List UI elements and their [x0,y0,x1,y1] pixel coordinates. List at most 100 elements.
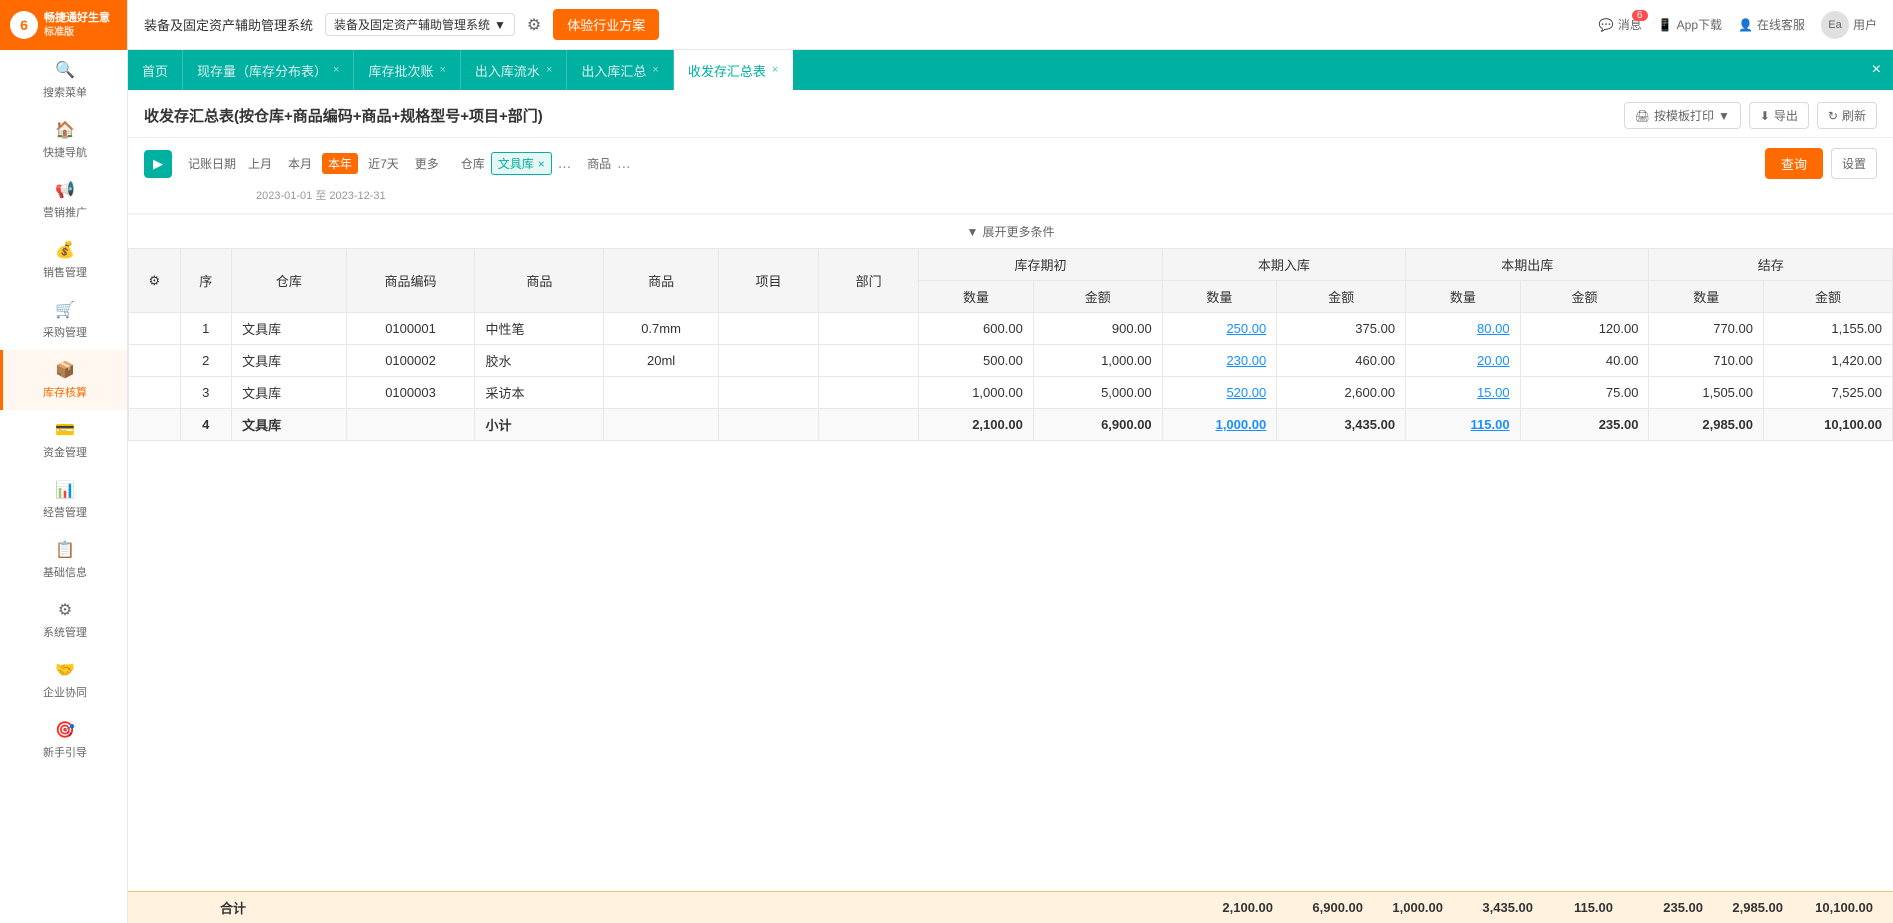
chevron-down-icon: ▼ [494,18,506,32]
table-cell: 2 [180,345,232,377]
row-settings[interactable] [129,409,181,441]
sidebar-item-basic-info[interactable]: 📋 基础信息 [0,530,127,590]
date-shortcut-更多[interactable]: 更多 [409,153,445,174]
tabbar-close-button[interactable]: × [1860,61,1893,79]
print-button[interactable]: 🖨 按模板打印 ▼ [1624,102,1741,129]
table-link[interactable]: 15.00 [1477,385,1510,400]
table-cell: 375.00 [1277,313,1406,345]
settings-col-header[interactable]: ⚙ [129,249,181,313]
date-shortcut-近7天[interactable]: 近7天 [362,153,405,174]
table-cell [718,345,818,377]
export-button[interactable]: ⬇ 导出 [1749,102,1809,129]
tab-in-out-flow[interactable]: 出入库流水× [461,50,567,90]
experience-button[interactable]: 体验行业方案 [553,9,659,40]
guide-icon: 🎯 [55,720,75,740]
table-cell: 1,000.00 [919,377,1034,409]
table-cell: 1,420.00 [1763,345,1892,377]
sidebar-item-quick-nav[interactable]: 🏠 快捷导航 [0,110,127,170]
out-group-header: 本期出库 [1406,249,1649,281]
system-dropdown[interactable]: 装备及固定资产辅助管理系统 ▼ [325,13,515,36]
goods-ellipsis[interactable]: ... [617,155,630,173]
filter-collapse-button[interactable]: ▶ [144,150,172,178]
table-link[interactable]: 250.00 [1226,321,1266,336]
row-settings[interactable] [129,345,181,377]
table-link[interactable]: 520.00 [1226,385,1266,400]
table-cell [819,377,919,409]
system-title-text: 装备及固定资产辅助管理系统 [144,15,313,34]
table-cell: 710.00 [1649,345,1764,377]
expand-conditions-button[interactable]: ▼ 展开更多条件 [959,219,1063,244]
tab-close-inventory-distribution[interactable]: × [333,64,339,76]
sidebar-item-system[interactable]: ⚙ 系统管理 [0,590,127,650]
tab-receive-send-summary[interactable]: 收发存汇总表× [674,50,793,90]
out-qty-header: 数量 [1406,281,1521,313]
tab-close-batch-accounts[interactable]: × [439,64,445,76]
page-header-actions: 🖨 按模板打印 ▼ ⬇ 导出 ↻ 刷新 [1624,102,1877,129]
tab-label-in-out-summary: 出入库汇总 [581,61,646,80]
row-settings[interactable] [129,377,181,409]
table-link[interactable]: 80.00 [1477,321,1510,336]
in-qty-header: 数量 [1162,281,1277,313]
date-shortcut-本月[interactable]: 本月 [282,153,318,174]
tab-close-receive-send-summary[interactable]: × [772,64,778,76]
data-table: ⚙ 序 仓库 商品编码 商品 商品 项目 部门 库存期初 本期入库 本期出库 结… [128,248,1893,441]
settings-icon[interactable]: ⚙ [527,15,541,35]
footer-in-qty: 1,000.00 [1373,900,1453,915]
refresh-button[interactable]: ↻ 刷新 [1817,102,1877,129]
basic-info-label: 基础信息 [43,564,87,580]
topbar-actions: 💬 消息 6 📱 App下载 👤 在线客服 Ea 用户 [1599,11,1877,39]
table-cell: 2,985.00 [1649,409,1764,441]
page-content: 收发存汇总表(按仓库+商品编码+商品+规格型号+项目+部门) 🖨 按模板打印 ▼… [128,90,1893,923]
tab-close-in-out-flow[interactable]: × [546,64,552,76]
tab-batch-accounts[interactable]: 库存批次账× [354,50,460,90]
message-badge: 6 [1632,10,1648,21]
avatar: Ea [1821,11,1849,39]
table-link[interactable]: 1,000.00 [1216,417,1267,432]
sidebar-item-operations[interactable]: 📊 经营管理 [0,470,127,530]
footer-label: 合计 [210,898,410,917]
table-cell: 20.00 [1406,345,1521,377]
quick-nav-label: 快捷导航 [43,144,87,160]
date-shortcut-本年[interactable]: 本年 [322,153,358,174]
app-download-action[interactable]: 📱 App下载 [1658,16,1722,33]
sidebar-item-sales[interactable]: 💰 销售管理 [0,230,127,290]
table-footer: 合计 2,100.00 6,900.00 1,000.00 3,435.00 1… [128,891,1893,923]
tab-close-in-out-summary[interactable]: × [652,64,658,76]
date-shortcut-上月[interactable]: 上月 [242,153,278,174]
enterprise-icon: 🤝 [55,660,75,680]
table-cell: 2,100.00 [919,409,1034,441]
table-cell: 文具库 [232,409,347,441]
expand-label: 展开更多条件 [982,223,1054,240]
query-button[interactable]: 查询 [1765,148,1823,179]
search-label: 搜索菜单 [43,84,87,100]
user-action[interactable]: Ea 用户 [1821,11,1877,39]
expand-icon: ▼ [967,225,979,239]
warehouse-tag-close[interactable]: × [538,157,545,171]
message-action[interactable]: 💬 消息 6 [1599,16,1642,33]
refresh-icon: ↻ [1828,109,1838,123]
table-link[interactable]: 230.00 [1226,353,1266,368]
sidebar-item-search[interactable]: 🔍 搜索菜单 [0,50,127,110]
sidebar-item-guide[interactable]: 🎯 新手引导 [0,710,127,770]
tab-inventory-distribution[interactable]: 现存量（库存分布表）× [183,50,354,90]
tab-home[interactable]: 首页 [128,50,183,90]
online-service-action[interactable]: 👤 在线客服 [1738,16,1805,33]
sidebar-item-purchase[interactable]: 🛒 采购管理 [0,290,127,350]
system-label: 系统管理 [43,624,87,640]
tab-in-out-summary[interactable]: 出入库汇总 × [567,50,673,90]
app-download-label: App下载 [1677,16,1722,33]
sidebar-item-marketing[interactable]: 📢 营销推广 [0,170,127,230]
row-settings[interactable] [129,313,181,345]
sidebar: 6 畅捷通好生意 标准版 🔍 搜索菜单 🏠 快捷导航 📢 营销推广 💰 销售管理… [0,0,128,923]
sidebar-item-inventory[interactable]: 📦 库存核算 [0,350,127,410]
settings-button[interactable]: 设置 [1831,148,1877,179]
sidebar-item-enterprise[interactable]: 🤝 企业协同 [0,650,127,710]
table-link[interactable]: 115.00 [1471,417,1510,432]
table-cell: 0100002 [346,345,475,377]
sidebar-item-finance[interactable]: 💳 资金管理 [0,410,127,470]
table-cell: 文具库 [232,313,347,345]
warehouse-ellipsis[interactable]: ... [558,155,571,173]
table-cell: 115.00 [1406,409,1521,441]
table-link[interactable]: 20.00 [1477,353,1510,368]
footer-bal-qty: 2,985.00 [1713,900,1793,915]
